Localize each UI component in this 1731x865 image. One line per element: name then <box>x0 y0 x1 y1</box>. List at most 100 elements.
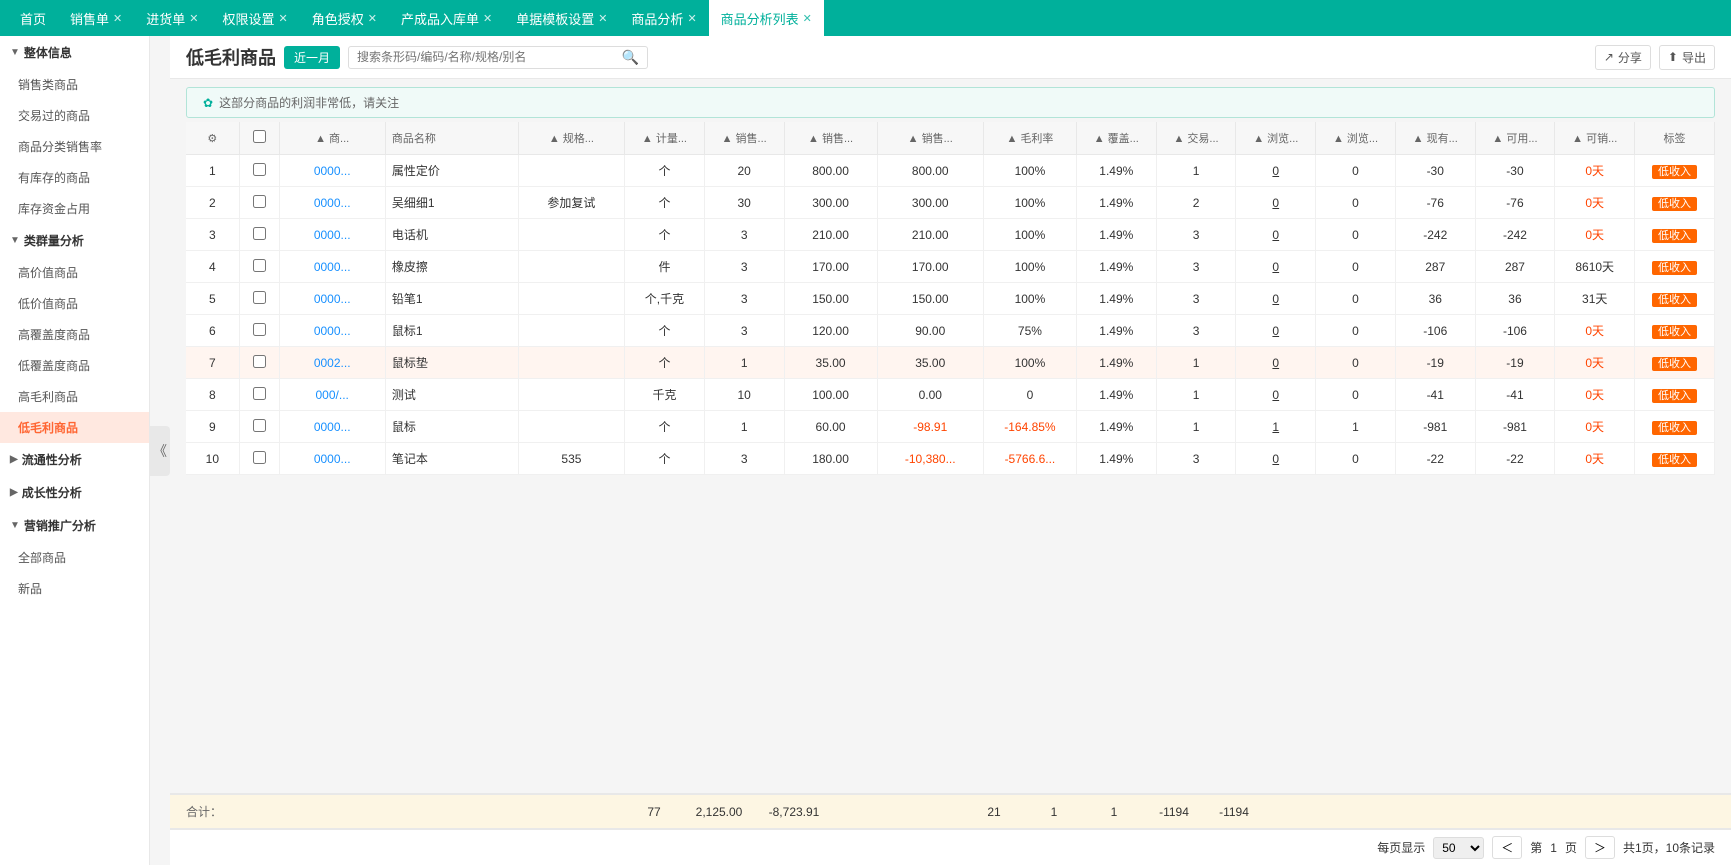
cell-view2: 0 <box>1316 219 1396 251</box>
nav-analysis-list[interactable]: 商品分析列表 ✕ <box>709 0 824 36</box>
sidebar-item-traded-goods[interactable]: 交易过的商品 <box>0 100 149 131</box>
search-icon[interactable]: 🔍 <box>622 49 639 66</box>
totals-sales-amt: 2,125.00 <box>684 805 754 819</box>
cell-check[interactable] <box>239 315 279 347</box>
cell-check[interactable] <box>239 347 279 379</box>
th-view2[interactable]: ▲ 浏览... <box>1316 122 1396 155</box>
nav-product-analysis-close[interactable]: ✕ <box>687 12 696 25</box>
cell-trans-count: 1 <box>1156 379 1236 411</box>
nav-permissions-close[interactable]: ✕ <box>279 12 288 25</box>
cell-check[interactable] <box>239 283 279 315</box>
share-button[interactable]: ↗ 分享 <box>1595 45 1651 70</box>
sidebar-item-low-value[interactable]: 低价值商品 <box>0 288 149 319</box>
sidebar-item-low-coverage[interactable]: 低覆盖度商品 <box>0 350 149 381</box>
th-gross-rate[interactable]: ▲ 毛利率 <box>983 122 1076 155</box>
th-avail[interactable]: ▲ 可用... <box>1475 122 1555 155</box>
cell-check[interactable] <box>239 187 279 219</box>
th-cover-rate[interactable]: ▲ 覆盖... <box>1076 122 1156 155</box>
prev-page-button[interactable]: ＜ <box>1492 836 1522 859</box>
export-icon: ⬆ <box>1668 50 1678 64</box>
cell-view1[interactable]: 0 <box>1236 251 1316 283</box>
cell-sales-amt: 180.00 <box>784 443 877 475</box>
sidebar-item-new-goods[interactable]: 新品 <box>0 573 149 604</box>
per-page-select[interactable]: 50 20 100 <box>1433 837 1484 859</box>
totals-sales-qty: 77 <box>624 805 684 819</box>
nav-template-close[interactable]: ✕ <box>598 12 607 25</box>
cell-saleable-days: 0天 <box>1555 315 1635 347</box>
nav-product-in-close[interactable]: ✕ <box>483 12 492 25</box>
sidebar-item-all-goods[interactable]: 全部商品 <box>0 542 149 573</box>
sidebar-item-high-margin[interactable]: 高毛利商品 <box>0 381 149 412</box>
cell-view1[interactable]: 0 <box>1236 187 1316 219</box>
cell-sales-amt: 35.00 <box>784 347 877 379</box>
table-row: 10 0000... 笔记本 535 个 3 180.00 -10,380...… <box>186 443 1715 475</box>
cell-spec <box>518 283 624 315</box>
export-button[interactable]: ⬆ 导出 <box>1659 45 1715 70</box>
sidebar-item-low-margin[interactable]: 低毛利商品 <box>0 412 149 443</box>
cell-check[interactable] <box>239 443 279 475</box>
nav-product-analysis[interactable]: 商品分析 ✕ <box>619 0 708 36</box>
nav-roles-close[interactable]: ✕ <box>368 12 377 25</box>
search-input[interactable] <box>357 50 622 64</box>
cell-view1[interactable]: 1 <box>1236 411 1316 443</box>
cell-check[interactable] <box>239 411 279 443</box>
sidebar-section-overall[interactable]: ▼ 整体信息 <box>0 36 149 69</box>
cell-view1[interactable]: 0 <box>1236 283 1316 315</box>
nav-analysis-list-close[interactable]: ✕ <box>803 12 812 25</box>
sidebar-item-sales-goods[interactable]: 销售类商品 <box>0 69 149 100</box>
th-tag[interactable]: 标签 <box>1635 122 1715 155</box>
nav-roles[interactable]: 角色授权 ✕ <box>300 0 389 36</box>
th-view1[interactable]: ▲ 浏览... <box>1236 122 1316 155</box>
sidebar-item-stocked-goods[interactable]: 有库存的商品 <box>0 162 149 193</box>
nav-template[interactable]: 单据模板设置 ✕ <box>504 0 619 36</box>
th-sales-qty[interactable]: ▲ 销售... <box>704 122 784 155</box>
sidebar-collapse-button[interactable]: 《 <box>150 426 170 476</box>
cell-view1[interactable]: 0 <box>1236 347 1316 379</box>
th-checkbox[interactable] <box>239 122 279 155</box>
cell-check[interactable] <box>239 155 279 187</box>
cell-sales-profit: -10,380... <box>877 443 983 475</box>
nav-purchase-close[interactable]: ✕ <box>189 12 198 25</box>
table-row: 3 0000... 电话机 个 3 210.00 210.00 100% 1.4… <box>186 219 1715 251</box>
cell-view1[interactable]: 0 <box>1236 443 1316 475</box>
totals-stock: -1194 <box>1144 805 1204 819</box>
th-sales-amt[interactable]: ▲ 销售... <box>784 122 877 155</box>
nav-purchase[interactable]: 进货单 ✕ <box>134 0 210 36</box>
nav-sales[interactable]: 销售单 ✕ <box>58 0 134 36</box>
cell-view1[interactable]: 0 <box>1236 219 1316 251</box>
cell-sales-profit: 300.00 <box>877 187 983 219</box>
nav-home[interactable]: 首页 <box>8 0 58 36</box>
cell-view1[interactable]: 0 <box>1236 315 1316 347</box>
sidebar-item-high-value[interactable]: 高价值商品 <box>0 257 149 288</box>
th-spec[interactable]: ▲ 规格... <box>518 122 624 155</box>
th-saleable-days[interactable]: ▲ 可销... <box>1555 122 1635 155</box>
th-stock[interactable]: ▲ 现有... <box>1395 122 1475 155</box>
sidebar-item-category-rate[interactable]: 商品分类销售率 <box>0 131 149 162</box>
date-filter-button[interactable]: 近一月 <box>284 46 340 69</box>
cell-view1[interactable]: 0 <box>1236 155 1316 187</box>
nav-sales-close[interactable]: ✕ <box>113 12 122 25</box>
next-page-button[interactable]: ＞ <box>1585 836 1615 859</box>
select-all-checkbox[interactable] <box>253 130 266 143</box>
sidebar-section-cluster[interactable]: ▼ 类群量分析 <box>0 224 149 257</box>
th-code[interactable]: ▲ 商... <box>279 122 385 155</box>
cell-check[interactable] <box>239 379 279 411</box>
th-name[interactable]: 商品名称 <box>385 122 518 155</box>
sidebar-item-stock-capital[interactable]: 库存资金占用 <box>0 193 149 224</box>
sidebar-section-flow[interactable]: ▶ 流通性分析 <box>0 443 149 476</box>
sidebar-item-high-coverage[interactable]: 高覆盖度商品 <box>0 319 149 350</box>
th-unit[interactable]: ▲ 计量... <box>625 122 705 155</box>
th-settings[interactable]: ⚙ <box>186 122 239 155</box>
th-sales-profit[interactable]: ▲ 销售... <box>877 122 983 155</box>
settings-icon[interactable]: ⚙ <box>207 133 217 145</box>
nav-product-in[interactable]: 产成品入库单 ✕ <box>389 0 504 36</box>
cell-trans-count: 3 <box>1156 315 1236 347</box>
cell-check[interactable] <box>239 219 279 251</box>
sidebar-section-marketing[interactable]: ▼ 营销推广分析 <box>0 509 149 542</box>
nav-permissions[interactable]: 权限设置 ✕ <box>210 0 299 36</box>
cell-view1[interactable]: 0 <box>1236 379 1316 411</box>
cell-check[interactable] <box>239 251 279 283</box>
th-trans-count[interactable]: ▲ 交易... <box>1156 122 1236 155</box>
cell-sales-amt: 60.00 <box>784 411 877 443</box>
sidebar-section-growth[interactable]: ▶ 成长性分析 <box>0 476 149 509</box>
